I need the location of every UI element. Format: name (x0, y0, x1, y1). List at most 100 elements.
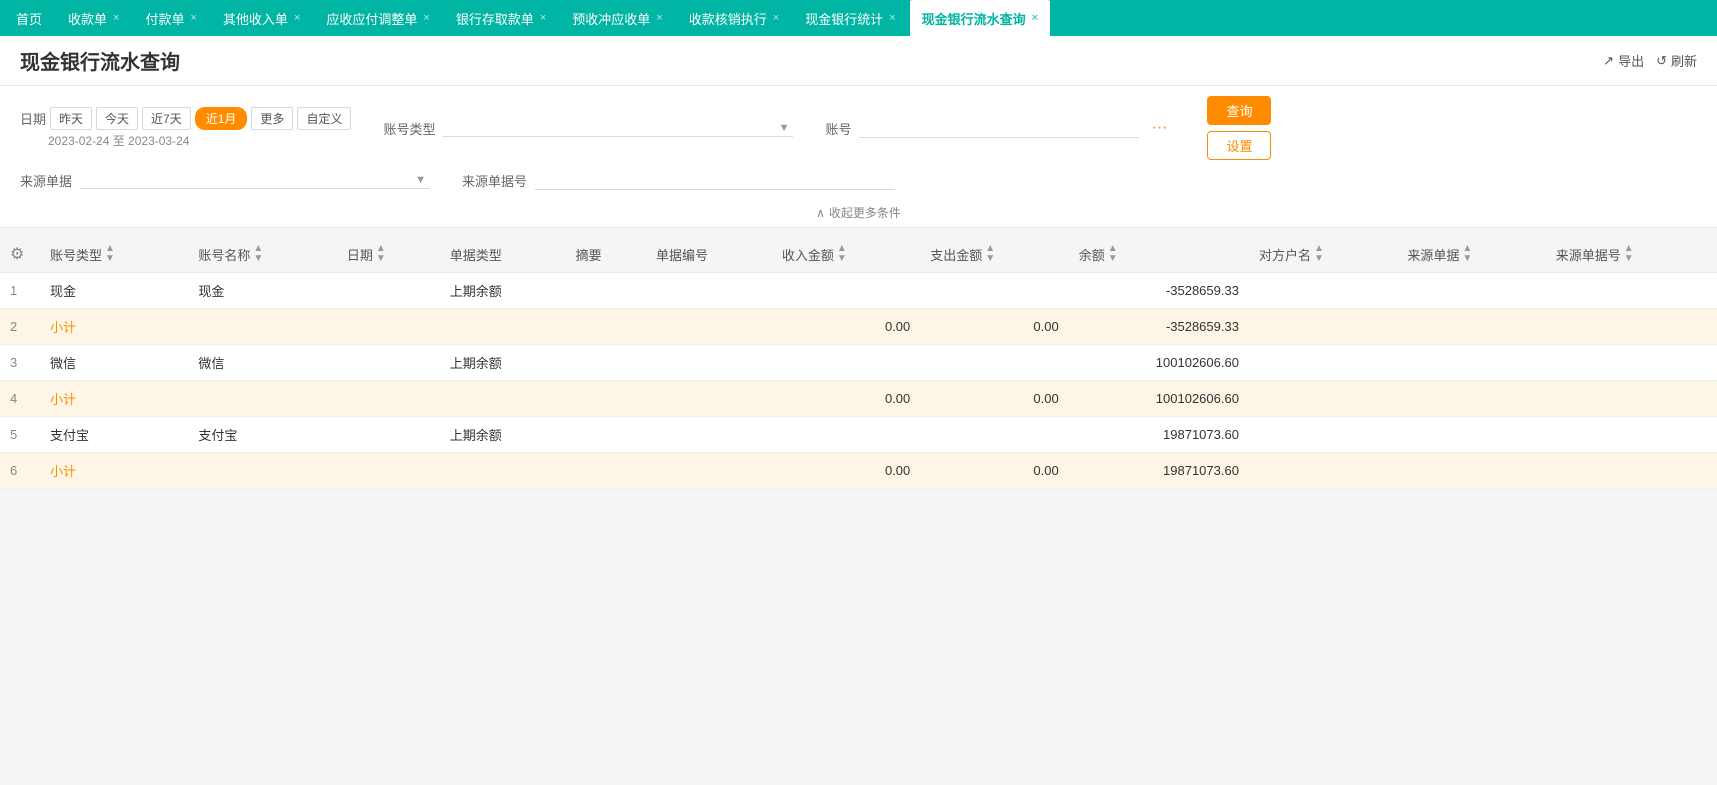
close-bank-tab[interactable]: × (540, 12, 546, 24)
table-row[interactable]: 4小计0.000.00100102606.60 (0, 381, 1717, 417)
cell-counterparty (1249, 309, 1397, 345)
sort-icon-income: ▲▼ (837, 244, 847, 264)
table-row[interactable]: 5支付宝支付宝上期余额19871073.60 (0, 417, 1717, 453)
filter-fields: 日期 昨天 今天 近7天 近1月 更多 自定义 2023-02-24 至 202… (20, 96, 1697, 198)
sort-icon-expense: ▲▼ (985, 244, 995, 264)
nav-cash-flow[interactable]: 现金银行流水查询 × (910, 0, 1050, 36)
nav-collection[interactable]: 收款核销执行 × (677, 0, 791, 36)
th-source-doc-no[interactable]: 来源单据号 ▲▼ (1546, 236, 1717, 273)
refresh-button[interactable]: ↺ 刷新 (1656, 51, 1697, 70)
source-doc-select[interactable]: ▼ (80, 172, 430, 189)
th-doc-no[interactable]: 单据编号 (646, 236, 772, 273)
export-button[interactable]: ↗ 导出 (1603, 51, 1644, 70)
settings-button[interactable]: 设置 (1207, 131, 1271, 160)
cell-expense: 0.00 (920, 309, 1068, 345)
source-doc-filter: 来源单据 ▼ (20, 171, 430, 190)
date-btn-7days[interactable]: 近7天 (142, 107, 191, 130)
th-date[interactable]: 日期 ▲▼ (337, 236, 440, 273)
cell-account-type: 支付宝 (40, 417, 188, 453)
nav-prepay[interactable]: 预收冲应收单 × (560, 0, 674, 36)
th-expense[interactable]: 支出金额 ▲▼ (920, 236, 1068, 273)
account-dots-button[interactable]: ··· (1151, 119, 1167, 137)
cell-expense (920, 273, 1068, 309)
cell-income (772, 273, 920, 309)
query-button[interactable]: 查询 (1207, 96, 1271, 125)
cell-date (337, 453, 440, 489)
th-gear[interactable]: ⚙ (0, 236, 40, 273)
table-container: ⚙ 账号类型 ▲▼ 账号名称 ▲▼ 日期 (0, 236, 1717, 489)
th-summary[interactable]: 摘要 (566, 236, 646, 273)
sort-icon-counterparty: ▲▼ (1314, 244, 1324, 264)
cell-source-doc-no (1546, 309, 1717, 345)
account-type-select[interactable]: ▼ (443, 120, 793, 137)
nav-home[interactable]: 首页 (4, 0, 54, 36)
cell-counterparty (1249, 417, 1397, 453)
th-source-doc[interactable]: 来源单据 ▲▼ (1397, 236, 1545, 273)
date-btn-custom[interactable]: 自定义 (297, 107, 351, 130)
nav-receipt[interactable]: 收款单 × (56, 0, 131, 36)
th-doc-type[interactable]: 单据类型 (440, 236, 566, 273)
sort-icon-source-doc: ▲▼ (1462, 244, 1472, 264)
close-collection-tab[interactable]: × (773, 12, 779, 24)
source-doc-no-input[interactable] (535, 170, 895, 190)
cell-expense: 0.00 (920, 453, 1068, 489)
cell-account-name: 现金 (188, 273, 336, 309)
nav-cash-stats[interactable]: 现金银行统计 × (793, 0, 907, 36)
cell-doc-no (646, 381, 772, 417)
cell-counterparty (1249, 381, 1397, 417)
cell-source-doc (1397, 417, 1545, 453)
collapse-icon: ∧ (816, 206, 825, 220)
cash-flow-table: ⚙ 账号类型 ▲▼ 账号名称 ▲▼ 日期 (0, 236, 1717, 489)
th-counterparty[interactable]: 对方户名 ▲▼ (1249, 236, 1397, 273)
date-buttons-row: 日期 昨天 今天 近7天 近1月 更多 自定义 (20, 107, 351, 130)
nav-bank-deposit[interactable]: 银行存取款单 × (444, 0, 558, 36)
close-cash-stats-tab[interactable]: × (889, 12, 895, 24)
cell-income: 0.00 (772, 453, 920, 489)
date-btn-yesterday[interactable]: 昨天 (50, 107, 92, 130)
cell-index: 4 (0, 381, 40, 417)
cell-account-name (188, 309, 336, 345)
close-cash-flow-tab[interactable]: × (1032, 12, 1038, 24)
collapse-bar[interactable]: ∧ 收起更多条件 (20, 198, 1697, 227)
cell-doc-type: 上期余额 (440, 345, 566, 381)
nav-payment[interactable]: 付款单 × (133, 0, 208, 36)
cell-index: 2 (0, 309, 40, 345)
th-balance[interactable]: 余额 ▲▼ (1069, 236, 1249, 273)
date-btn-today[interactable]: 今天 (96, 107, 138, 130)
cell-summary (566, 417, 646, 453)
account-type-label: 账号类型 (383, 119, 435, 138)
account-input[interactable] (859, 118, 1139, 138)
nav-ar-adjustment[interactable]: 应收应付调整单 × (314, 0, 441, 36)
cell-doc-no (646, 417, 772, 453)
table-row[interactable]: 6小计0.000.0019871073.60 (0, 453, 1717, 489)
source-doc-no-label: 来源单据号 (462, 171, 527, 190)
cell-income (772, 417, 920, 453)
export-icon: ↗ (1603, 53, 1614, 69)
cell-account-name (188, 453, 336, 489)
cell-doc-type (440, 309, 566, 345)
close-prepay-tab[interactable]: × (656, 12, 662, 24)
cell-doc-no (646, 453, 772, 489)
date-btn-more[interactable]: 更多 (251, 107, 293, 130)
close-receipt-tab[interactable]: × (113, 12, 119, 24)
close-other-income-tab[interactable]: × (294, 12, 300, 24)
cell-index: 5 (0, 417, 40, 453)
table-row[interactable]: 1现金现金上期余额-3528659.33 (0, 273, 1717, 309)
cell-income: 0.00 (772, 309, 920, 345)
date-btn-1month[interactable]: 近1月 (195, 107, 248, 130)
cell-source-doc-no (1546, 345, 1717, 381)
cell-income (772, 345, 920, 381)
gear-icon[interactable]: ⚙ (10, 246, 24, 263)
cell-source-doc-no (1546, 417, 1717, 453)
close-ar-tab[interactable]: × (423, 12, 429, 24)
cell-balance: 19871073.60 (1069, 417, 1249, 453)
cell-income: 0.00 (772, 381, 920, 417)
nav-other-income[interactable]: 其他收入单 × (211, 0, 312, 36)
th-income[interactable]: 收入金额 ▲▼ (772, 236, 920, 273)
cell-date (337, 345, 440, 381)
th-account-type[interactable]: 账号类型 ▲▼ (40, 236, 188, 273)
close-payment-tab[interactable]: × (190, 12, 196, 24)
table-row[interactable]: 3微信微信上期余额100102606.60 (0, 345, 1717, 381)
table-row[interactable]: 2小计0.000.00-3528659.33 (0, 309, 1717, 345)
th-account-name[interactable]: 账号名称 ▲▼ (188, 236, 336, 273)
